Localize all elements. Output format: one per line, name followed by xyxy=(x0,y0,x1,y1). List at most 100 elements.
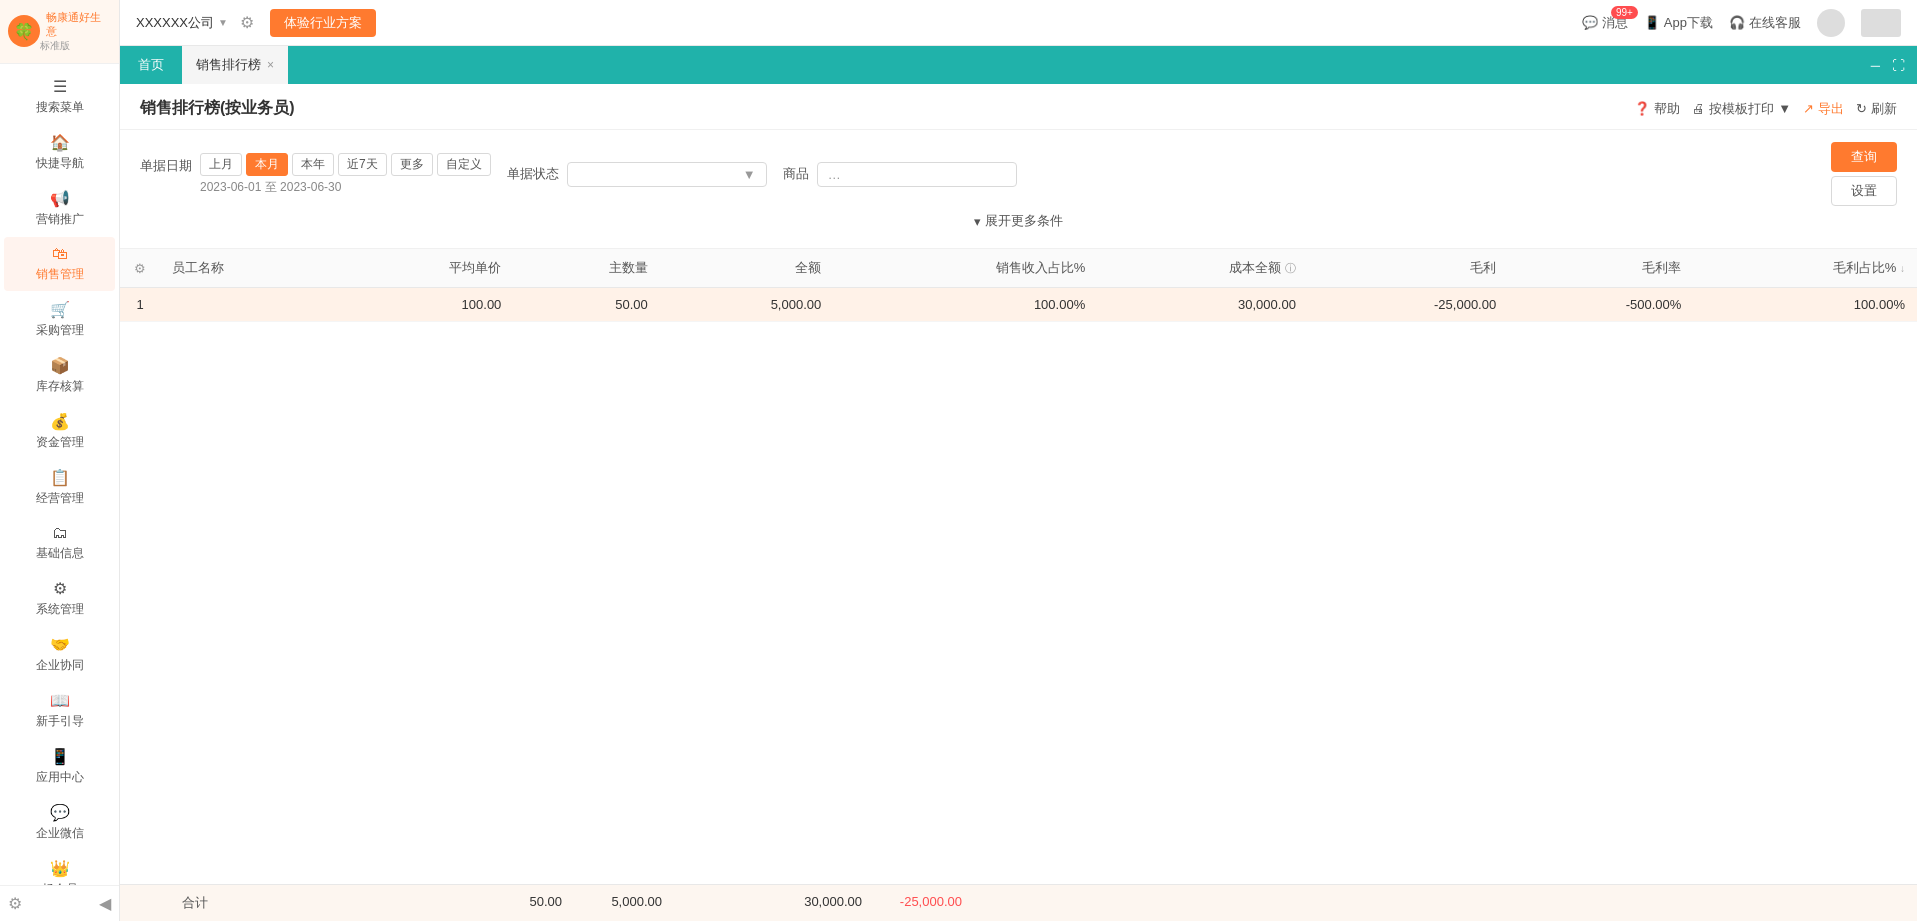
refresh-icon: ↻ xyxy=(1856,101,1867,116)
sidebar-item-appstore[interactable]: 📱 应用中心 xyxy=(4,739,115,794)
cell-gross-pct: 100.00% xyxy=(1693,288,1917,322)
date-year-btn[interactable]: 本年 xyxy=(292,153,334,176)
sidebar-icon-sales: 🛍 xyxy=(52,245,68,263)
online-service-icon: 🎧 xyxy=(1729,15,1745,30)
col-amount: 全额 xyxy=(660,249,833,288)
col-avg-price: 平均单价 xyxy=(337,249,514,288)
footer-label: 合计 xyxy=(182,894,402,912)
topbar-settings-icon[interactable]: ⚙ xyxy=(240,13,254,32)
app-download-button[interactable]: 📱 App下载 xyxy=(1644,14,1713,32)
company-selector[interactable]: XXXXXX公司 ▼ xyxy=(136,14,228,32)
app-version: 标准版 xyxy=(40,39,111,53)
date-range-text: 2023-06-01 至 2023-06-30 xyxy=(200,179,491,196)
tab-home[interactable]: 首页 xyxy=(120,46,182,84)
sidebar-item-basic[interactable]: 🗂 基础信息 xyxy=(4,516,115,570)
cell-gross-rate: -500.00% xyxy=(1508,288,1693,322)
date-buttons: 上月 本月 本年 近7天 更多 自定义 xyxy=(200,153,491,176)
tab-close-icon[interactable]: × xyxy=(267,58,274,72)
date-7days-btn[interactable]: 近7天 xyxy=(338,153,387,176)
query-button[interactable]: 查询 xyxy=(1831,142,1897,172)
sidebar-label-finance: 资金管理 xyxy=(36,434,84,451)
settings-col-icon[interactable]: ⚙ xyxy=(134,261,146,276)
sidebar-label-marketing: 营销推广 xyxy=(36,211,84,228)
table-footer: 合计 50.00 5,000.00 30,000.00 -25,000.00 xyxy=(120,884,1917,921)
sidebar-label-enterprise: 企业协同 xyxy=(36,657,84,674)
export-button[interactable]: ↗ 导出 xyxy=(1803,100,1844,118)
message-icon: 💬 xyxy=(1582,15,1598,30)
doc-status-label: 单据状态 xyxy=(507,165,559,183)
online-service-button[interactable]: 🎧 在线客服 xyxy=(1729,14,1801,32)
message-button[interactable]: 💬 消息 99+ xyxy=(1582,14,1628,32)
app-download-icon: 📱 xyxy=(1644,15,1660,30)
doc-status-group: 单据状态 ▼ xyxy=(507,162,767,187)
page-actions: ❓ 帮助 🖨 按模板打印 ▼ ↗ 导出 ↻ 刷新 xyxy=(1634,100,1897,118)
sidebar-label-system: 系统管理 xyxy=(36,601,84,618)
sidebar-item-sales[interactable]: 🛍 销售管理 xyxy=(4,237,115,291)
logo: 🍀 畅康通好生意 标准版 xyxy=(0,0,119,64)
table-header-row: ⚙ 员工名称 平均单价 主数量 全额 销售收入占比% 成本全额 ⓘ 毛利 毛利率… xyxy=(120,249,1917,288)
sidebar-item-inventory[interactable]: 📦 库存核算 xyxy=(4,348,115,403)
template-print-button[interactable]: 🖨 按模板打印 ▼ xyxy=(1692,100,1791,118)
refresh-button[interactable]: ↻ 刷新 xyxy=(1856,100,1897,118)
settings-button[interactable]: 设置 xyxy=(1831,176,1897,206)
content-area: 销售排行榜(按业务员) ❓ 帮助 🖨 按模板打印 ▼ ↗ 导出 xyxy=(120,84,1917,921)
trial-button[interactable]: 体验行业方案 xyxy=(270,9,376,37)
online-service-label: 在线客服 xyxy=(1749,14,1801,32)
cell-sales-pct: 100.00% xyxy=(833,288,1097,322)
help-button[interactable]: ❓ 帮助 xyxy=(1634,100,1680,118)
sidebar-item-operations[interactable]: 📋 经营管理 xyxy=(4,460,115,515)
tab-expand-icon[interactable]: ⛶ xyxy=(1892,58,1905,73)
app-name: 畅康通好生意 xyxy=(46,10,111,39)
export-icon: ↗ xyxy=(1803,101,1814,116)
export-label: 导出 xyxy=(1818,100,1844,118)
sidebar-icon-wechat: 💬 xyxy=(50,803,70,822)
sidebar-settings-icon[interactable]: ⚙ xyxy=(8,894,22,913)
sidebar-item-enterprise[interactable]: 🤝 企业协同 xyxy=(4,627,115,682)
data-table: ⚙ 员工名称 平均单价 主数量 全额 销售收入占比% 成本全额 ⓘ 毛利 毛利率… xyxy=(120,249,1917,322)
date-more-btn[interactable]: 更多 xyxy=(391,153,433,176)
sidebar-item-marketing[interactable]: 📢 营销推广 xyxy=(4,181,115,236)
col-cost: 成本全额 ⓘ xyxy=(1097,249,1308,288)
page-container: 销售排行榜(按业务员) ❓ 帮助 🖨 按模板打印 ▼ ↗ 导出 xyxy=(120,84,1917,921)
footer-cost: 30,000.00 xyxy=(762,894,862,912)
sidebar-item-purchase[interactable]: 🛒 采购管理 xyxy=(4,292,115,347)
help-icon: ❓ xyxy=(1634,101,1650,116)
cell-cost: 30,000.00 xyxy=(1097,288,1308,322)
table-row: 1 100.00 50.00 5,000.00 100.00% 30,000.0… xyxy=(120,288,1917,322)
col-settings: ⚙ xyxy=(120,249,160,288)
avatar[interactable] xyxy=(1817,9,1845,37)
sidebar-collapse-icon[interactable]: ◀ xyxy=(99,894,111,913)
date-custom-btn[interactable]: 自定义 xyxy=(437,153,491,176)
sidebar-item-newbie[interactable]: 📖 新手引导 xyxy=(4,683,115,738)
sidebar-item-finance[interactable]: 💰 资金管理 xyxy=(4,404,115,459)
sidebar-icon-marketing: 📢 xyxy=(50,189,70,208)
tab-label: 销售排行榜 xyxy=(196,56,261,74)
sidebar-item-member[interactable]: 👑 畅会员 xyxy=(4,851,115,885)
footer-amount: 5,000.00 xyxy=(562,894,662,912)
sidebar-item-system[interactable]: ⚙ 系统管理 xyxy=(4,571,115,626)
refresh-label: 刷新 xyxy=(1871,100,1897,118)
doc-status-select[interactable]: ▼ xyxy=(567,162,767,187)
tab-minimize-icon[interactable]: ─ xyxy=(1871,58,1880,73)
sidebar-icon-operations: 📋 xyxy=(50,468,70,487)
sidebar-icon-search: ☰ xyxy=(53,77,67,96)
footer-qty: 50.00 xyxy=(482,894,562,912)
expand-label: 展开更多条件 xyxy=(985,212,1063,230)
sidebar-icon-appstore: 📱 xyxy=(50,747,70,766)
sidebar-item-search[interactable]: ☰ 搜索菜单 xyxy=(4,69,115,124)
tab-sales-ranking[interactable]: 销售排行榜 × xyxy=(182,46,288,84)
filter-row-1: 单据日期 上月 本月 本年 近7天 更多 自定义 2023-06-01 至 20… xyxy=(140,142,1897,206)
sidebar-icon-system: ⚙ xyxy=(53,579,67,598)
table-body: 1 100.00 50.00 5,000.00 100.00% 30,000.0… xyxy=(120,288,1917,322)
sidebar-item-quick-nav[interactable]: 🏠 快捷导航 xyxy=(4,125,115,180)
topbar-right: 💬 消息 99+ 📱 App下载 🎧 在线客服 xyxy=(1582,9,1901,37)
tabbar: 首页 销售排行榜 × ─ ⛶ xyxy=(120,46,1917,84)
col-qty: 主数量 xyxy=(513,249,659,288)
sidebar-label-quick-nav: 快捷导航 xyxy=(36,155,84,172)
date-cur-btn[interactable]: 本月 xyxy=(246,153,288,176)
sidebar-item-wechat[interactable]: 💬 企业微信 xyxy=(4,795,115,850)
main-content: XXXXXX公司 ▼ ⚙ 体验行业方案 💬 消息 99+ 📱 App下载 🎧 在… xyxy=(120,0,1917,921)
expand-more-btn[interactable]: ▾ 展开更多条件 xyxy=(140,206,1897,236)
date-prev-btn[interactable]: 上月 xyxy=(200,153,242,176)
goods-input[interactable]: … xyxy=(817,162,1017,187)
